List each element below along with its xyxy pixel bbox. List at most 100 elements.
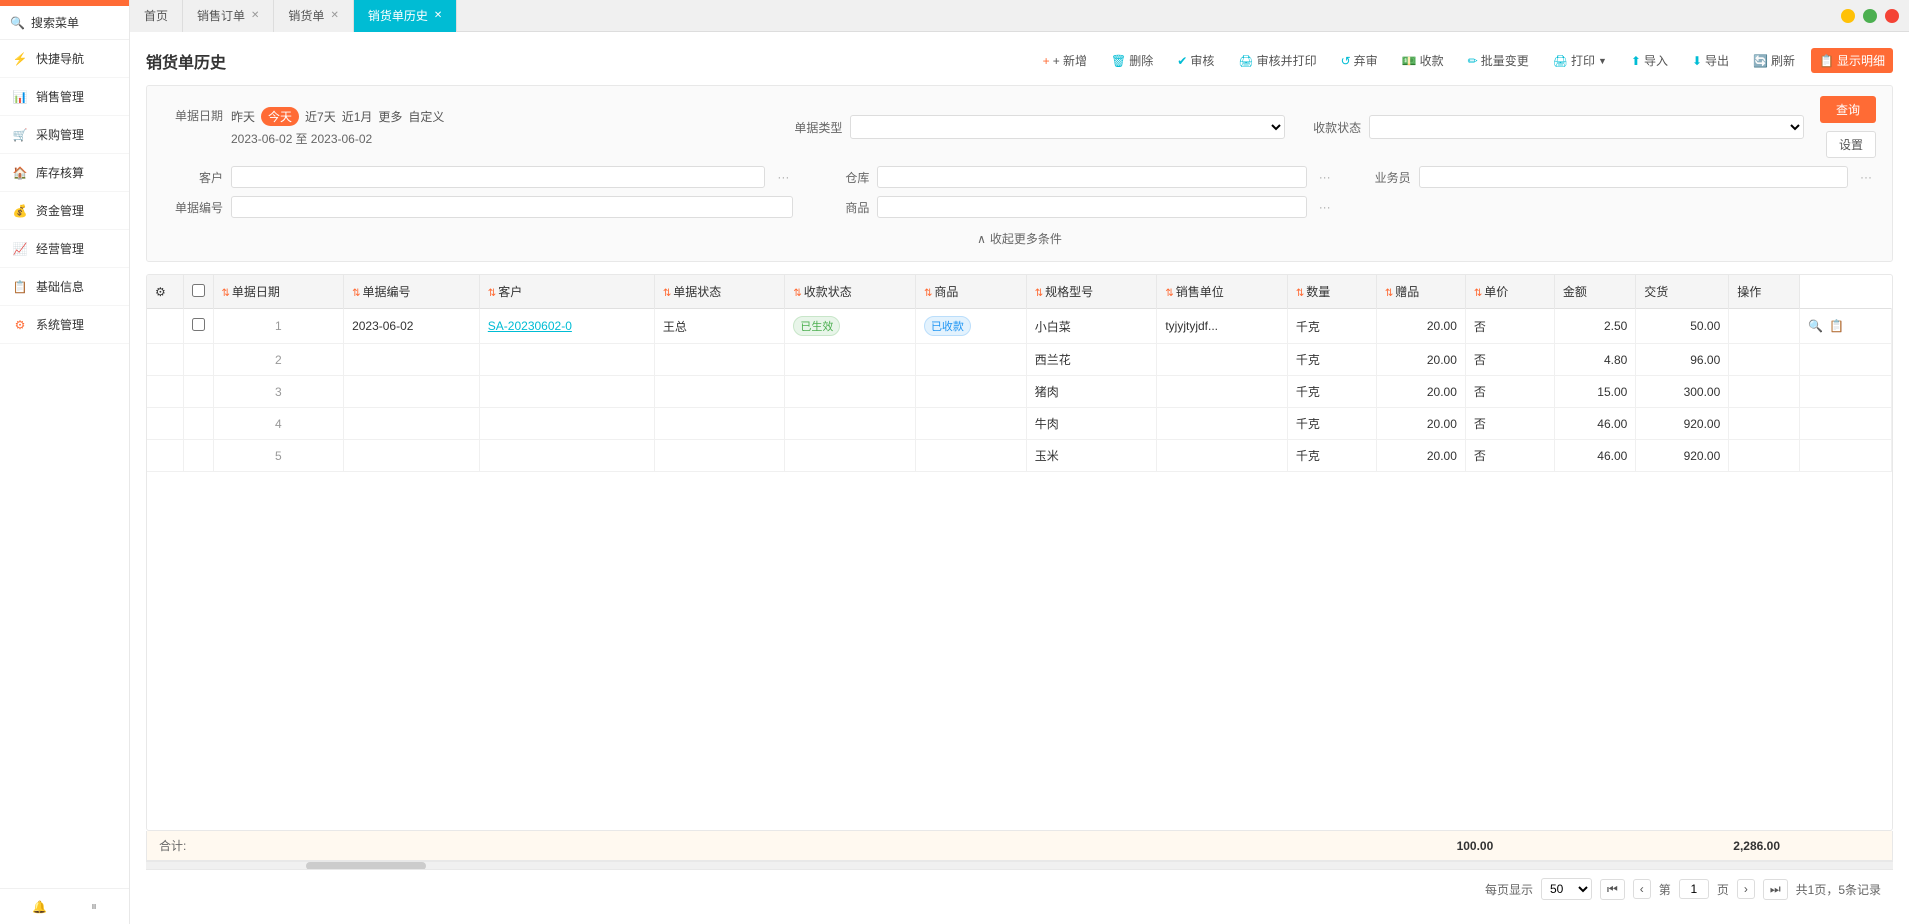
shortcut-7days[interactable]: 近7天 bbox=[305, 108, 336, 125]
col-customer[interactable]: ⇅客户 bbox=[479, 275, 654, 309]
row-num: 1 bbox=[213, 309, 344, 344]
tab-sales-history-close[interactable]: ✕ bbox=[434, 10, 442, 21]
doc-type-select[interactable] bbox=[850, 115, 1285, 139]
sidebar-item-system-mgmt[interactable]: ⚙ 系统管理 bbox=[0, 306, 129, 344]
row-goods: 小白菜 bbox=[1026, 309, 1157, 344]
tab-sales-order[interactable]: 销售订单 ✕ bbox=[183, 0, 274, 32]
tab-sales-history[interactable]: 销货单历史 ✕ bbox=[354, 0, 457, 32]
row-doc-no[interactable] bbox=[479, 440, 654, 472]
row-checkbox-cell[interactable] bbox=[183, 440, 213, 472]
shortcut-custom[interactable]: 自定义 bbox=[408, 108, 444, 125]
import-btn[interactable]: ⬆ 导入 bbox=[1623, 48, 1676, 73]
new-btn[interactable]: + + 新增 bbox=[1035, 48, 1095, 73]
customer-input[interactable] bbox=[231, 166, 765, 188]
shortcut-yesterday[interactable]: 昨天 bbox=[231, 108, 255, 125]
prev-page-btn[interactable]: ‹ bbox=[1633, 879, 1651, 899]
col-pay-status[interactable]: ⇅收款状态 bbox=[785, 275, 916, 309]
warehouse-dots[interactable]: ··· bbox=[1315, 168, 1335, 186]
col-unit[interactable]: ⇅销售单位 bbox=[1157, 275, 1288, 309]
shortcut-today[interactable]: 今天 bbox=[261, 107, 299, 126]
warehouse-input[interactable] bbox=[877, 166, 1306, 188]
tab-sales-delivery[interactable]: 销货单 ✕ bbox=[274, 0, 353, 32]
row-unit: 千克 bbox=[1287, 344, 1376, 376]
staff-input[interactable] bbox=[1419, 166, 1848, 188]
page-number-input[interactable] bbox=[1679, 879, 1709, 899]
row-price: 2.50 bbox=[1554, 309, 1635, 344]
row-doc-no[interactable]: SA-20230602-0 bbox=[479, 309, 654, 344]
row-checkbox-cell[interactable] bbox=[183, 344, 213, 376]
maximize-btn[interactable] bbox=[1863, 9, 1877, 23]
date-range: 2023-06-02 至 2023-06-02 bbox=[231, 130, 444, 147]
minimize-btn[interactable] bbox=[1841, 9, 1855, 23]
sidebar-item-purchase-mgmt[interactable]: 🛒 采购管理 bbox=[0, 116, 129, 154]
horizontal-scrollbar[interactable] bbox=[146, 861, 1893, 869]
sidebar-item-operations[interactable]: 📈 经营管理 bbox=[0, 230, 129, 268]
row-doc-no[interactable] bbox=[479, 344, 654, 376]
shortcut-1month[interactable]: 近1月 bbox=[342, 108, 373, 125]
close-btn[interactable] bbox=[1885, 9, 1899, 23]
sidebar-item-quick-nav[interactable]: ⚡ 快捷导航 bbox=[0, 40, 129, 78]
delete-btn[interactable]: 🗑 删除 bbox=[1103, 48, 1161, 73]
copy-icon[interactable]: 📋 bbox=[1829, 319, 1844, 333]
col-goods[interactable]: ⇅商品 bbox=[915, 275, 1026, 309]
doc-no-input[interactable] bbox=[231, 196, 793, 218]
row-doc-no[interactable] bbox=[479, 408, 654, 440]
col-doc-no[interactable]: ⇅单据编号 bbox=[344, 275, 480, 309]
shortcut-more[interactable]: 更多 bbox=[378, 108, 402, 125]
row-pay-status bbox=[915, 376, 1026, 408]
tab-home[interactable]: 首页 bbox=[130, 0, 183, 32]
last-page-btn[interactable]: ⏭ bbox=[1763, 879, 1788, 900]
sidebar-item-base-info[interactable]: 📋 基础信息 bbox=[0, 268, 129, 306]
col-gift[interactable]: ⇅赠品 bbox=[1376, 275, 1465, 309]
payment-status-select[interactable] bbox=[1369, 115, 1804, 139]
col-price[interactable]: ⇅单价 bbox=[1465, 275, 1554, 309]
sidebar-item-inventory[interactable]: 🏠 库存核算 bbox=[0, 154, 129, 192]
customer-label: 客户 bbox=[163, 169, 223, 186]
batch-change-btn[interactable]: ✏ 批量变更 bbox=[1460, 48, 1537, 73]
row-checkbox[interactable] bbox=[192, 318, 205, 331]
col-qty[interactable]: ⇅数量 bbox=[1287, 275, 1376, 309]
collapse-btn[interactable]: ∧ 收起更多条件 bbox=[973, 226, 1066, 251]
page-size-select[interactable]: 50 100 200 bbox=[1541, 878, 1592, 900]
first-page-btn[interactable]: ⏮ bbox=[1600, 879, 1625, 900]
row-checkbox-cell[interactable] bbox=[183, 408, 213, 440]
row-checkbox-cell[interactable] bbox=[183, 376, 213, 408]
view-icon[interactable]: 🔍 bbox=[1808, 319, 1823, 333]
row-operation bbox=[1800, 344, 1892, 376]
inventory-icon: 🏠 bbox=[12, 165, 28, 181]
tab-sales-order-close[interactable]: ✕ bbox=[251, 10, 259, 21]
row-gift: 否 bbox=[1465, 344, 1554, 376]
row-qty: 20.00 bbox=[1376, 440, 1465, 472]
row-checkbox-cell[interactable] bbox=[183, 309, 213, 344]
export-btn[interactable]: ⬇ 导出 bbox=[1684, 48, 1737, 73]
audit-print-btn[interactable]: 🖨 审核并打印 bbox=[1230, 48, 1324, 73]
tab-sales-delivery-close[interactable]: ✕ bbox=[330, 10, 338, 21]
sidebar-item-label: 采购管理 bbox=[36, 126, 84, 143]
audit-btn[interactable]: ✔ 审核 bbox=[1169, 48, 1222, 73]
sidebar-bottom-icon2[interactable]: ⏸ bbox=[91, 899, 97, 914]
staff-dots[interactable]: ··· bbox=[1856, 168, 1876, 186]
sidebar-search[interactable]: 🔍 搜索菜单 bbox=[0, 6, 129, 40]
query-btn[interactable]: 查询 bbox=[1820, 96, 1876, 123]
goods-input[interactable] bbox=[877, 196, 1306, 218]
row-price: 46.00 bbox=[1554, 408, 1635, 440]
collect-btn[interactable]: 💵 收款 bbox=[1394, 48, 1452, 73]
refresh-btn[interactable]: 🔄 刷新 bbox=[1745, 48, 1803, 73]
col-date[interactable]: ⇅单据日期 bbox=[213, 275, 344, 309]
select-all-checkbox[interactable] bbox=[192, 284, 205, 297]
col-settings[interactable]: ⚙ bbox=[147, 275, 183, 309]
sidebar-item-sales-mgmt[interactable]: 📊 销售管理 bbox=[0, 78, 129, 116]
show-detail-btn[interactable]: 📋 显示明细 bbox=[1811, 48, 1893, 73]
goods-dots[interactable]: ··· bbox=[1315, 198, 1335, 216]
next-page-btn[interactable]: › bbox=[1737, 879, 1755, 899]
sidebar-item-finance[interactable]: 💰 资金管理 bbox=[0, 192, 129, 230]
customer-dots[interactable]: ··· bbox=[773, 168, 793, 186]
col-doc-status[interactable]: ⇅单据状态 bbox=[654, 275, 785, 309]
sidebar-bottom-icon1[interactable]: 🔔 bbox=[32, 900, 47, 914]
abandon-btn[interactable]: ↺ 弃审 bbox=[1333, 48, 1386, 73]
pay-status-badge: 已收款 bbox=[924, 316, 971, 336]
row-doc-no[interactable] bbox=[479, 376, 654, 408]
print-btn[interactable]: 🖨 打印 ▼ bbox=[1545, 48, 1615, 73]
setting-btn[interactable]: 设置 bbox=[1826, 131, 1876, 158]
col-spec[interactable]: ⇅规格型号 bbox=[1026, 275, 1157, 309]
